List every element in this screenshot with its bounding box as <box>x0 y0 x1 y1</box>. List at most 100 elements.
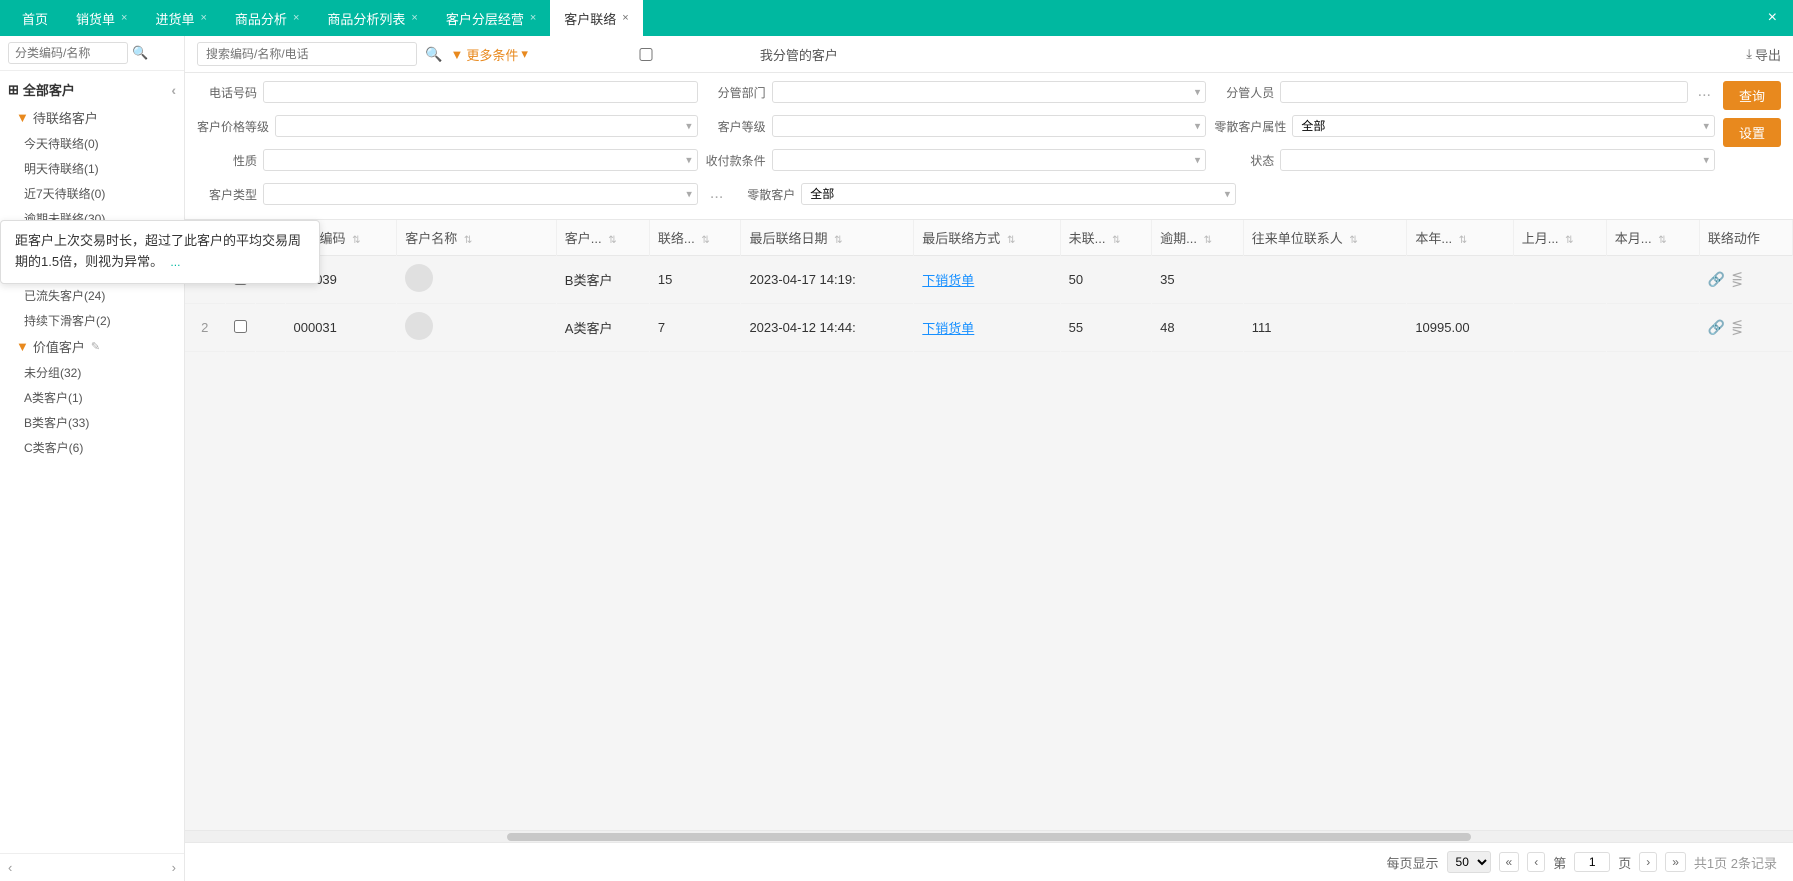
first-page-button[interactable]: « <box>1499 852 1520 872</box>
col-contact-person-header[interactable]: 往来单位联系人 ⇅ <box>1243 220 1407 256</box>
col-actions-header: 联络动作 <box>1699 220 1792 256</box>
more-dots-icon[interactable]: ... <box>706 185 727 203</box>
col-name-header[interactable]: 客户名称 ⇅ <box>397 220 557 256</box>
row1-grid-icon[interactable]: ⋚ <box>1731 271 1743 288</box>
retail-customer-select[interactable]: 全部 <box>801 183 1236 205</box>
search-input[interactable] <box>197 42 417 66</box>
dept-label: 分管部门 <box>706 84 766 101</box>
sidebar-collapse-icon[interactable]: ‹ <box>171 82 176 98</box>
sidebar-search-input[interactable] <box>8 42 128 64</box>
filter-retail-customer: 零散客户 全部 <box>735 183 1236 205</box>
col-unlinkd-header[interactable]: 未联... ⇅ <box>1060 220 1152 256</box>
next-page-button[interactable]: › <box>1639 852 1657 872</box>
close-product-analysis-tab[interactable]: × <box>293 12 299 24</box>
col-last-month-header[interactable]: 上月... ⇅ <box>1513 220 1606 256</box>
next-page-sidebar[interactable]: › <box>172 860 176 875</box>
sidebar-item-b-class[interactable]: B类客户(33) <box>0 410 184 435</box>
prev-page-sidebar[interactable]: ‹ <box>8 860 12 875</box>
sidebar-value-customers-group[interactable]: ▼ 价值客户 ✎ <box>0 333 184 360</box>
horizontal-scrollbar[interactable] <box>185 830 1793 842</box>
app-close-button[interactable]: × <box>1760 9 1785 27</box>
row2-avatar <box>405 312 433 340</box>
row1-contact: 15 <box>649 256 741 304</box>
col-contact-header[interactable]: 联络... ⇅ <box>649 220 741 256</box>
row2-link-icon[interactable]: 🔗 <box>1708 319 1725 336</box>
col-this-month-header[interactable]: 本月... ⇅ <box>1606 220 1699 256</box>
person-input[interactable] <box>1280 81 1687 103</box>
dept-select[interactable] <box>772 81 1207 103</box>
person-more-icon[interactable]: ... <box>1694 83 1715 101</box>
page-size-select[interactable]: 50 <box>1447 851 1491 873</box>
row2-method-link[interactable]: 下销货单 <box>922 321 974 336</box>
close-product-list-tab[interactable]: × <box>411 12 417 24</box>
row2-this-year: 10995.00 <box>1407 304 1513 352</box>
price-grade-select[interactable] <box>275 115 698 137</box>
close-sales-tab[interactable]: × <box>121 12 127 24</box>
close-purchase-tab[interactable]: × <box>200 12 206 24</box>
nav-product-analysis-list[interactable]: 商品分析列表 × <box>313 0 431 36</box>
row2-method[interactable]: 下销货单 <box>914 304 1060 352</box>
status-select[interactable] <box>1280 149 1715 171</box>
retail-customer-label: 零散客户 <box>735 186 795 203</box>
row2-last-month <box>1513 304 1606 352</box>
col-date-header[interactable]: 最后联络日期 ⇅ <box>741 220 914 256</box>
sidebar-item-today[interactable]: 今天待联络(0) <box>0 131 184 156</box>
search-button[interactable]: 🔍 <box>425 46 442 63</box>
sort-lm-icon: ⇅ <box>1565 235 1573 246</box>
customer-grade-select[interactable] <box>772 115 1207 137</box>
sidebar-item-tomorrow[interactable]: 明天待联络(1) <box>0 156 184 181</box>
sidebar-item-churned[interactable]: 已流失客户(24) <box>0 283 184 308</box>
nav-purchase[interactable]: 进货单 × <box>141 0 220 36</box>
sidebar-item-declining[interactable]: 持续下滑客户(2) <box>0 308 184 333</box>
payment-select[interactable] <box>772 149 1207 171</box>
sort-ty-icon: ⇅ <box>1459 235 1467 246</box>
prev-page-button[interactable]: ‹ <box>1527 852 1545 872</box>
row1-method[interactable]: 下销货单 <box>914 256 1060 304</box>
col-grade-header[interactable]: 客户... ⇅ <box>556 220 649 256</box>
col-overdue-header[interactable]: 逾期... ⇅ <box>1152 220 1244 256</box>
nav-customer-mgmt[interactable]: 客户分层经营 × <box>432 0 550 36</box>
col-this-year-header[interactable]: 本年... ⇅ <box>1407 220 1513 256</box>
sidebar-pending-contact-group[interactable]: ▼ 待联络客户 <box>0 104 184 131</box>
sidebar-item-a-class[interactable]: A类客户(1) <box>0 385 184 410</box>
chevron-down-icon: ▾ <box>521 46 528 62</box>
close-customer-mgmt-tab[interactable]: × <box>530 12 536 24</box>
row2-checkbox[interactable] <box>225 304 255 352</box>
table-scroll-area[interactable]: ⚙ 客户编码 ⇅ 客户名称 ⇅ 客户... ⇅ <box>185 220 1793 830</box>
nav-customer-contact[interactable]: 客户联络 × <box>550 0 642 36</box>
row2-grid-icon[interactable]: ⋚ <box>1731 319 1743 336</box>
phone-input[interactable] <box>263 81 698 103</box>
scroll-thumb[interactable] <box>507 833 1472 841</box>
sidebar-search-icon[interactable]: 🔍 <box>132 45 148 61</box>
col-method-header[interactable]: 最后联络方式 ⇅ <box>914 220 1060 256</box>
edit-icon[interactable]: ✎ <box>91 340 100 353</box>
row1-link-icon[interactable]: 🔗 <box>1708 271 1725 288</box>
table-row: 1 000039 B类客户 15 2023-04-17 14:19: 下销货单 <box>185 256 1793 304</box>
retail-attr-select[interactable]: 全部 <box>1292 115 1715 137</box>
arrow-icon: ▼ <box>16 110 29 125</box>
page-number-input[interactable] <box>1574 852 1610 872</box>
filter-panel: 电话号码 分管部门 分管人员 ... <box>185 73 1793 220</box>
sidebar-item-ungroup[interactable]: 未分组(32) <box>0 360 184 385</box>
row1-method-link[interactable]: 下销货单 <box>922 273 974 288</box>
query-button[interactable]: 查询 <box>1723 81 1781 110</box>
sidebar-item-c-class[interactable]: C类客户(6) <box>0 435 184 460</box>
close-customer-contact-tab[interactable]: × <box>622 12 628 24</box>
last-page-button[interactable]: » <box>1665 852 1686 872</box>
settings-button[interactable]: 设置 <box>1723 118 1781 147</box>
more-conditions-button[interactable]: ▼ 更多条件 ▾ <box>450 45 527 64</box>
export-button[interactable]: ⤓ 导出 <box>1746 45 1781 64</box>
sort-method-icon: ⇅ <box>1007 235 1015 246</box>
my-customers-checkbox[interactable] <box>536 48 756 61</box>
sidebar-item-7days[interactable]: 近7天待联络(0) <box>0 181 184 206</box>
nav-product-analysis[interactable]: 商品分析 × <box>221 0 313 36</box>
nav-home[interactable]: 首页 <box>8 0 62 36</box>
customer-type-select[interactable] <box>263 183 698 205</box>
row2-this-month <box>1606 304 1699 352</box>
sidebar-all-customers[interactable]: ⊞ 全部客户 ‹ <box>0 75 184 104</box>
filter-status: 状态 <box>1214 149 1715 171</box>
customer-type-label: 客户类型 <box>197 186 257 203</box>
gender-select[interactable] <box>263 149 698 171</box>
filter-person: 分管人员 ... <box>1214 81 1715 103</box>
nav-sales[interactable]: 销货单 × <box>62 0 141 36</box>
